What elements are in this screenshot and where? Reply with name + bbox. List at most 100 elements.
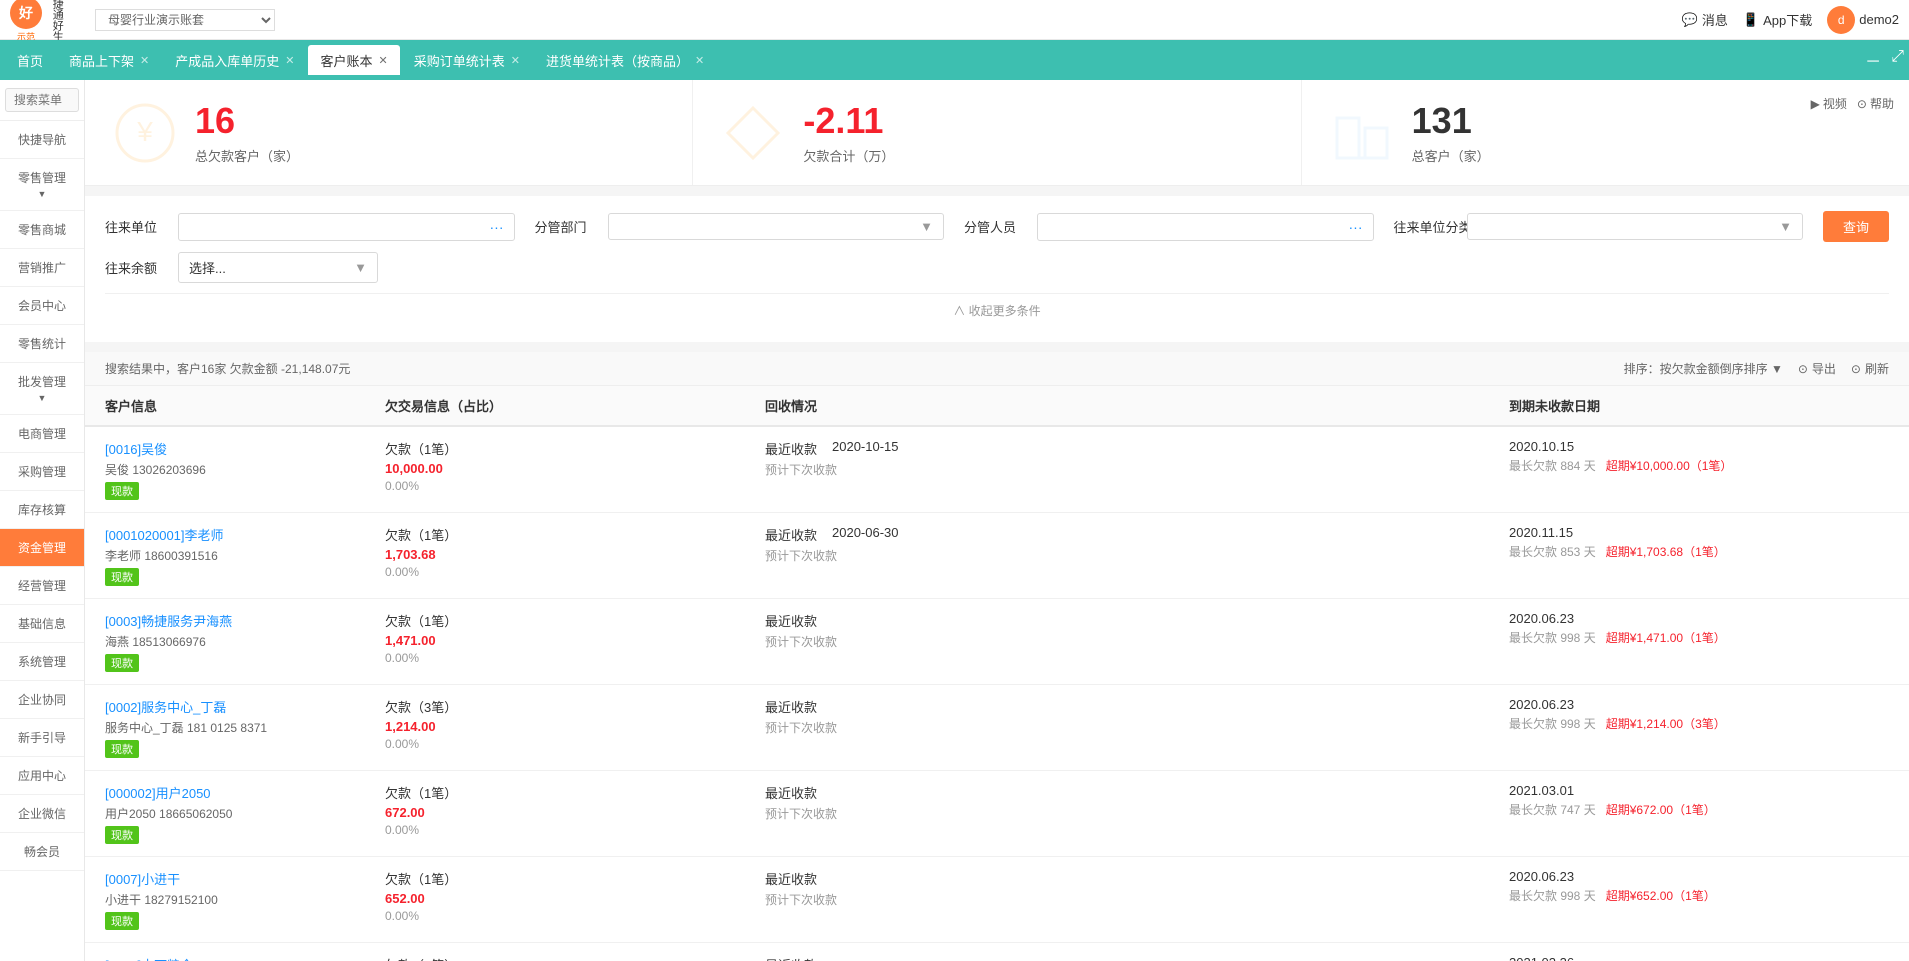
debt-count: 欠款（1笔）	[385, 783, 765, 802]
overdue-days: 最长欠款 998 天 超期¥1,214.00（3笔）	[1509, 715, 1889, 732]
sidebar-item-app-center[interactable]: 应用中心	[0, 757, 84, 795]
recovery-latest: 最近收款	[765, 697, 1509, 716]
stat-number-customers: 16	[195, 100, 662, 142]
overdue-date: 2020.11.15	[1509, 525, 1889, 540]
overdue-date: 2020.06.23	[1509, 697, 1889, 712]
query-button[interactable]: 查询	[1823, 211, 1889, 242]
sidebar-item-inventory[interactable]: 库存核算	[0, 491, 84, 529]
sidebar-item-ecommerce[interactable]: 电商管理	[0, 415, 84, 453]
debt-count: 欠款（1笔）	[385, 439, 765, 458]
customer-name[interactable]: [000002]用户2050	[105, 783, 385, 802]
help-btn[interactable]: ⊙ 帮助	[1857, 95, 1894, 112]
export-button[interactable]: ⊙ 导出	[1798, 360, 1836, 377]
unit-category-dropdown-icon: ▼	[1779, 219, 1792, 234]
sidebar-item-vip[interactable]: 畅会员	[0, 833, 84, 871]
stat-icon-yuan: ¥	[115, 103, 175, 163]
customer-name[interactable]: [0001020001]李老师	[105, 525, 385, 544]
debt-info: 欠款（1笔） 1,703.68 0.00%	[385, 525, 765, 579]
sidebar-search-input[interactable]	[5, 88, 79, 112]
sort-dropdown-icon[interactable]: ▼	[1771, 362, 1783, 376]
sidebar-item-purchase-mgmt[interactable]: 采购管理	[0, 453, 84, 491]
tab-home[interactable]: 首页	[5, 45, 55, 75]
tab-close-product-shelf[interactable]: ✕	[140, 54, 149, 67]
sidebar: 快捷导航 零售管理 ▼ 零售商城 营销推广 会员中心 零售统计 批发管理 ▼	[0, 80, 85, 961]
tab-close-product-history[interactable]: ✕	[285, 54, 294, 67]
overdue-info: 2021.02.26 最长欠款 750 天 超期¥455.90（1笔）	[1509, 955, 1889, 961]
filter-label-from-unit: 往来单位	[105, 217, 170, 236]
sidebar-item-finance[interactable]: 资金管理	[0, 529, 84, 567]
customer-tag: 现款	[105, 826, 139, 844]
customer-info: [0003]畅捷服务尹海燕 海燕 18513066976 现款	[105, 611, 385, 672]
tab-customer-account[interactable]: 客户账本 ✕	[308, 45, 399, 75]
sidebar-item-corp-wechat[interactable]: 企业微信	[0, 795, 84, 833]
filter-input-person[interactable]: ···	[1037, 213, 1374, 241]
filter-from-unit: 往来单位 ···	[105, 213, 515, 241]
sidebar-item-operation[interactable]: 经营管理	[0, 567, 84, 605]
customer-name[interactable]: [0016]吴俊	[105, 439, 385, 458]
tab-product-shelf[interactable]: 商品上下架 ✕	[57, 45, 161, 75]
overdue-link[interactable]: 超期¥652.00（1笔）	[1606, 889, 1716, 903]
stat-info-total: 131 总客户（家）	[1412, 100, 1879, 165]
customer-name[interactable]: [0007]小进干	[105, 869, 385, 888]
help-icon: ⊙	[1857, 97, 1867, 111]
tab-close-customer-account[interactable]: ✕	[379, 54, 388, 67]
filter-label-person: 分管人员	[964, 217, 1029, 236]
sidebar-quick-nav[interactable]: 快捷导航	[0, 121, 84, 159]
sidebar-item-marketing[interactable]: 营销推广	[0, 249, 84, 287]
filter-select-balance[interactable]: 选择... ▼	[178, 252, 378, 283]
tab-close-purchase-order[interactable]: ✕	[511, 54, 520, 67]
video-btn[interactable]: ▶ 视频	[1811, 95, 1847, 112]
download-btn[interactable]: 📱 App下载	[1743, 10, 1812, 29]
customer-phone: 海燕 18513066976	[105, 633, 385, 650]
from-unit-ellipsis[interactable]: ···	[490, 219, 504, 235]
customer-name[interactable]: [0002]服务中心_丁磊	[105, 697, 385, 716]
sidebar-item-retail-stats[interactable]: 零售统计	[0, 325, 84, 363]
sidebar-item-new-guide[interactable]: 新手引导	[0, 719, 84, 757]
filter-section: 往来单位 ··· 分管部门 ▼ 分管人员	[85, 196, 1909, 342]
debt-percent: 0.00%	[385, 823, 765, 837]
balance-dropdown-icon: ▼	[354, 260, 367, 275]
sidebar-item-member[interactable]: 会员中心	[0, 287, 84, 325]
overdue-link[interactable]: 超期¥10,000.00（1笔）	[1606, 459, 1733, 473]
filter-select-unit-category[interactable]: ▼	[1467, 213, 1804, 240]
overdue-link[interactable]: 超期¥1,214.00（3笔）	[1606, 717, 1726, 731]
tab-purchase-order[interactable]: 采购订单统计表 ✕	[402, 45, 532, 75]
recovery-info: 最近收款 预计下次收款	[765, 869, 1509, 908]
customer-info: [0006]去下粮仓 陈小希 现款	[105, 955, 385, 961]
tab-maximize-btn[interactable]: ⤢	[1891, 48, 1904, 72]
refresh-button[interactable]: ⊙ 刷新	[1851, 360, 1889, 377]
recovery-next: 预计下次收款	[765, 719, 1509, 736]
overdue-days: 最长欠款 884 天 超期¥10,000.00（1笔）	[1509, 457, 1889, 474]
user-menu[interactable]: d demo2	[1827, 6, 1899, 34]
overdue-link[interactable]: 超期¥672.00（1笔）	[1606, 803, 1716, 817]
table-row: [0003]畅捷服务尹海燕 海燕 18513066976 现款 欠款（1笔） 1…	[85, 599, 1909, 685]
recovery-info: 最近收款 预计下次收款	[765, 611, 1509, 650]
tab-minimize-btn[interactable]: －	[1865, 48, 1881, 72]
sidebar-item-enterprise[interactable]: 企业协同	[0, 681, 84, 719]
filter-select-dept[interactable]: ▼	[608, 213, 945, 240]
tab-close-purchase-stats[interactable]: ✕	[695, 54, 704, 67]
sidebar-item-batch-mgmt[interactable]: 批发管理 ▼	[0, 363, 84, 415]
customer-tag: 现款	[105, 568, 139, 586]
industry-select[interactable]: 母婴行业演示账套	[95, 9, 275, 31]
tab-purchase-stats[interactable]: 进货单统计表（按商品） ✕	[534, 45, 716, 75]
sidebar-item-retail-shop[interactable]: 零售商城	[0, 211, 84, 249]
filter-input-from-unit[interactable]: ···	[178, 213, 515, 241]
overdue-link[interactable]: 超期¥1,703.68（1笔）	[1606, 545, 1726, 559]
sidebar-item-basic-info[interactable]: 基础信息	[0, 605, 84, 643]
person-ellipsis[interactable]: ···	[1349, 219, 1363, 235]
collapse-bar[interactable]: ∧ 收起更多条件	[105, 293, 1889, 327]
debt-amount: 672.00	[385, 805, 765, 820]
customer-name[interactable]: [0006]去下粮仓	[105, 955, 385, 961]
customer-tag: 现款	[105, 482, 139, 500]
message-btn[interactable]: 💬 消息	[1682, 10, 1728, 29]
overdue-link[interactable]: 超期¥1,471.00（1笔）	[1606, 631, 1726, 645]
sidebar-item-retail-mgmt[interactable]: 零售管理 ▼	[0, 159, 84, 211]
stat-icon-building	[1332, 103, 1392, 163]
sidebar-item-system[interactable]: 系统管理	[0, 643, 84, 681]
tab-product-history[interactable]: 产成品入库单历史 ✕	[163, 45, 306, 75]
filter-balance: 往来余额 选择... ▼	[105, 252, 1889, 283]
customer-name[interactable]: [0003]畅捷服务尹海燕	[105, 611, 385, 630]
stat-number-total: 131	[1412, 100, 1879, 142]
overdue-date: 2020.06.23	[1509, 869, 1889, 884]
